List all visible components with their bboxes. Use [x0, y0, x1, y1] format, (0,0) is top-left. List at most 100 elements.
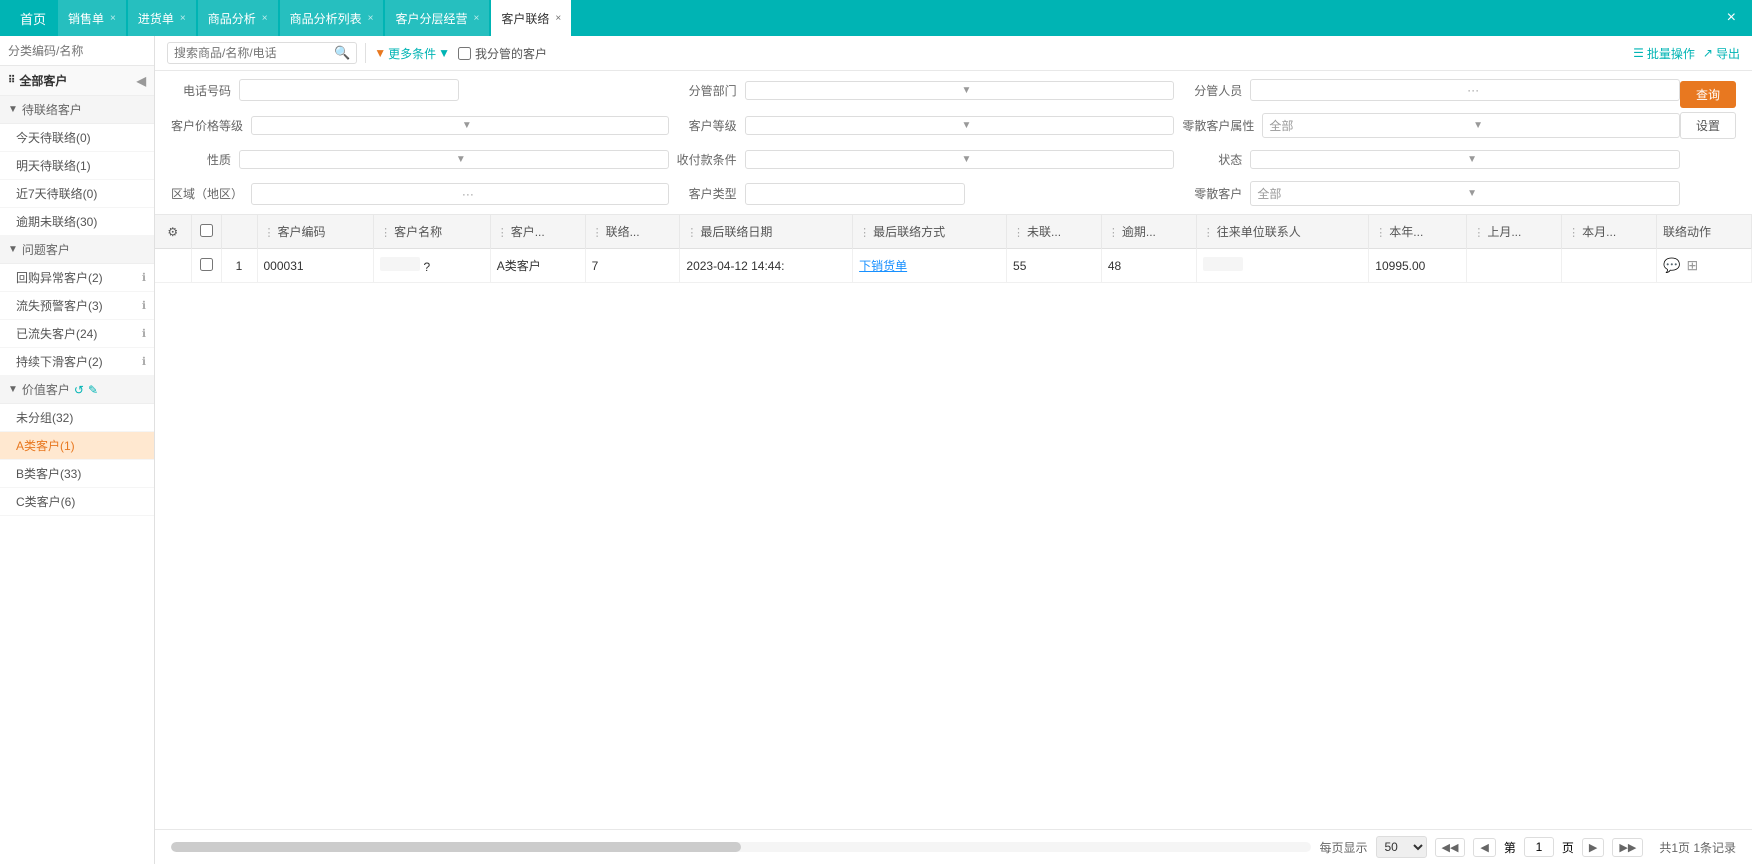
row-last-date-cell: 2023-04-12 14:44:: [680, 249, 853, 283]
col-contact: ⋮联络...: [585, 215, 680, 249]
sidebar-item-churn-warning[interactable]: 流失预警客户(3) ℹ: [0, 292, 154, 320]
col-last-method: ⋮最后联络方式: [853, 215, 1007, 249]
query-button[interactable]: 查询: [1680, 81, 1736, 108]
sidebar-item-declining[interactable]: 持续下滑客户(2) ℹ: [0, 348, 154, 376]
close-icon[interactable]: ×: [262, 13, 268, 24]
col-last-method-label: 最后联络方式: [873, 225, 945, 239]
more-conditions-button[interactable]: ▼ 更多条件 ▼: [374, 45, 450, 62]
row-no-contact-cell: 55: [1007, 249, 1102, 283]
my-customers-checkbox[interactable]: [458, 47, 471, 60]
message-icon[interactable]: 💬: [1663, 257, 1680, 274]
nav-home[interactable]: 首页: [8, 9, 58, 28]
page-number-input[interactable]: [1524, 837, 1554, 857]
sidebar-item-unclassified[interactable]: 未分组(32): [0, 404, 154, 432]
sidebar-group-pending[interactable]: ▼ 待联络客户: [0, 96, 154, 124]
col-code-label: 客户编码: [278, 225, 326, 239]
top-nav: 首页 销售单 × 进货单 × 商品分析 × 商品分析列表 × 客户分层经营 × …: [0, 0, 1752, 36]
chevron-down-icon: ▼: [1467, 188, 1673, 199]
row-actions: 💬 ⊞: [1663, 257, 1745, 274]
prev-page-button[interactable]: ◀: [1473, 838, 1495, 857]
sidebar-item-a-class[interactable]: A类客户(1): [0, 432, 154, 460]
row-this-year-cell: 10995.00: [1369, 249, 1467, 283]
nav-tab-customer-contact[interactable]: 客户联络 ×: [491, 0, 571, 36]
last-page-button[interactable]: ▶▶: [1612, 838, 1643, 857]
first-page-button[interactable]: ◀◀: [1435, 838, 1466, 857]
close-icon[interactable]: ×: [473, 13, 479, 24]
col-last-date: ⋮最后联络日期: [680, 215, 853, 249]
filter-customer-type: 客户类型: [677, 183, 1175, 205]
filter-phone: 电话号码: [171, 79, 669, 101]
row-last-method-cell[interactable]: 下销货单: [853, 249, 1007, 283]
close-icon[interactable]: ×: [555, 13, 561, 24]
filter-payment-select[interactable]: ▼: [745, 150, 1175, 169]
sidebar-item-b-class[interactable]: B类客户(33): [0, 460, 154, 488]
close-icon[interactable]: ×: [180, 13, 186, 24]
content-area: 🔍 ▼ 更多条件 ▼ 我分管的客户 ☰ 批量操作 ↗ 导出: [155, 36, 1752, 864]
export-button[interactable]: ↗ 导出: [1703, 45, 1740, 62]
close-icon[interactable]: ×: [368, 13, 374, 24]
filter-actions: 查询 设置: [1680, 79, 1736, 139]
nav-tab-analysis-list[interactable]: 商品分析列表 ×: [280, 0, 384, 36]
all-customers-header[interactable]: ⠿ 全部客户 ◀: [0, 66, 154, 96]
col-gear[interactable]: ⚙: [155, 215, 191, 249]
my-customers-filter[interactable]: 我分管的客户: [458, 45, 547, 62]
filter-phone-input[interactable]: [239, 79, 459, 101]
sidebar-item-c-class[interactable]: C类客户(6): [0, 488, 154, 516]
page-size-select[interactable]: 50 100 200: [1376, 836, 1427, 858]
collapse-icon[interactable]: ◀: [137, 74, 146, 88]
qr-code-icon[interactable]: ⊞: [1686, 257, 1698, 274]
row-category-cell: A类客户: [490, 249, 585, 283]
filter-dept-select[interactable]: ▼: [745, 81, 1175, 100]
filter-retail-attr-select[interactable]: 全部 ▼: [1262, 113, 1680, 138]
filter-icon: ▼: [374, 46, 386, 60]
filter-payment: 收付款条件 ▼: [677, 150, 1175, 169]
nav-tab-analysis[interactable]: 商品分析 ×: [198, 0, 278, 36]
sidebar-group-value[interactable]: ▼ 价值客户 ↺ ✎: [0, 376, 154, 404]
main-search-input[interactable]: [174, 46, 334, 60]
nav-tab-purchase[interactable]: 进货单 ×: [128, 0, 196, 36]
sidebar-item-label: 逾期未联络(30): [16, 213, 97, 230]
settings-button[interactable]: 设置: [1680, 112, 1736, 139]
more-icon: ···: [462, 187, 662, 201]
filter-region-select[interactable]: ···: [251, 183, 669, 205]
row-gear-cell: [155, 249, 191, 283]
pagination-bar: 每页显示 50 100 200 ◀◀ ◀ 第 页 ▶ ▶▶ 共1页 1条记录: [155, 829, 1752, 864]
edit-icon[interactable]: ✎: [88, 383, 98, 397]
filter-customer-type-input[interactable]: [745, 183, 965, 205]
filter-row-3: 性质 ▼ 收付款条件 ▼: [171, 150, 1680, 169]
close-icon[interactable]: ×: [110, 13, 116, 24]
filter-retail-select[interactable]: 全部 ▼: [1250, 181, 1680, 206]
filter-customer-level-select[interactable]: ▼: [745, 116, 1175, 135]
filter-status-select[interactable]: ▼: [1250, 150, 1680, 169]
sidebar-group-label: 问题客户: [22, 241, 70, 258]
filter-retail-value: 全部: [1257, 185, 1463, 202]
horizontal-scrollbar[interactable]: [171, 842, 1311, 852]
row-checkbox[interactable]: [200, 258, 213, 271]
sidebar-item-churned[interactable]: 已流失客户(24) ℹ: [0, 320, 154, 348]
main-search-icon[interactable]: 🔍: [334, 45, 350, 61]
batch-operations-button[interactable]: ☰ 批量操作: [1633, 45, 1695, 62]
filter-price-level-select[interactable]: ▼: [251, 116, 669, 135]
refresh-icon[interactable]: ↺: [74, 383, 84, 397]
sidebar-item-label: 已流失客户(24): [16, 325, 97, 342]
sidebar-search-area: 🔍: [0, 36, 154, 66]
sidebar-item-repurchase-anomaly[interactable]: 回购异常客户(2) ℹ: [0, 264, 154, 292]
select-all-checkbox[interactable]: [200, 224, 213, 237]
next-page-button[interactable]: ▶: [1582, 838, 1604, 857]
col-check: [191, 215, 221, 249]
filter-nature-select[interactable]: ▼: [239, 150, 669, 169]
nav-tab-customer-tier[interactable]: 客户分层经营 ×: [385, 0, 489, 36]
triangle-icon: ▼: [8, 384, 18, 395]
sidebar-item-today[interactable]: 今天待联络(0): [0, 124, 154, 152]
filter-dept-label: 分管部门: [677, 82, 737, 99]
sidebar-group-label: 价值客户: [22, 381, 70, 398]
global-close-button[interactable]: ×: [1719, 9, 1744, 27]
sidebar-group-problems[interactable]: ▼ 问题客户: [0, 236, 154, 264]
sidebar-item-tomorrow[interactable]: 明天待联络(1): [0, 152, 154, 180]
sidebar-search-input[interactable]: [8, 44, 155, 58]
filter-person-select[interactable]: ···: [1250, 79, 1680, 101]
nav-tab-sales[interactable]: 销售单 ×: [58, 0, 126, 36]
sidebar-item-overdue[interactable]: 逾期未联络(30): [0, 208, 154, 236]
col-no-contact-label: 未联...: [1027, 225, 1061, 239]
sidebar-item-7days[interactable]: 近7天待联络(0): [0, 180, 154, 208]
